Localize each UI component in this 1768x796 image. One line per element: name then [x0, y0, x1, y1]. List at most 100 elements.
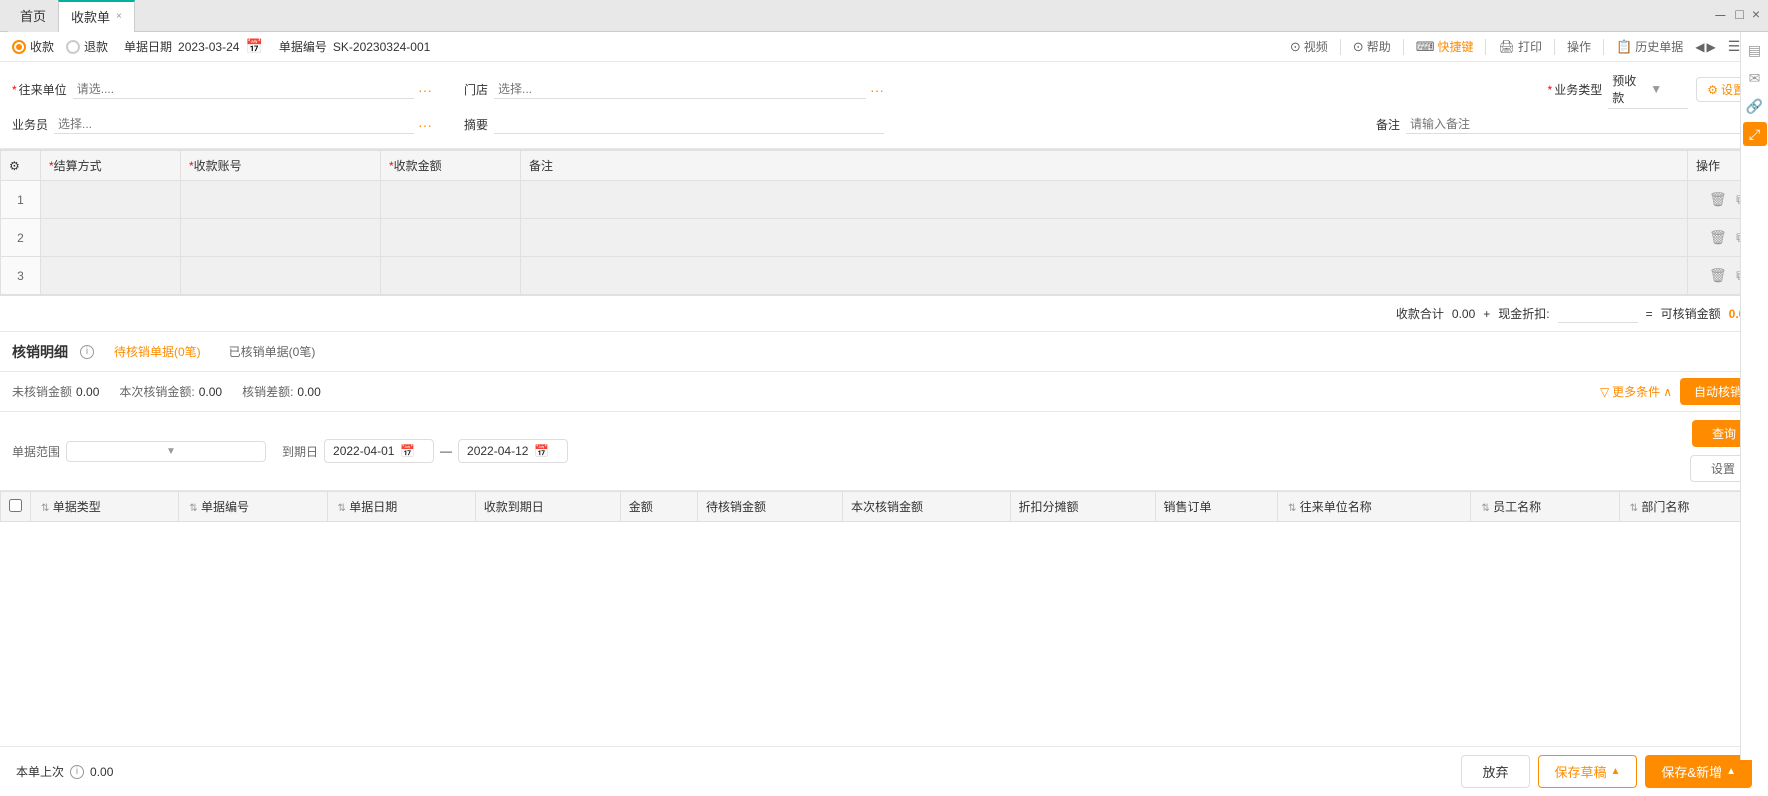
shortcut-label: 快捷键 [1437, 38, 1473, 55]
summary-input[interactable] [494, 115, 884, 134]
business-type-arrow: ▼ [1650, 82, 1684, 96]
range-select-arrow: ▼ [166, 446, 257, 457]
date-calendar-icon[interactable]: 📅 [245, 38, 262, 55]
row-1-delete-icon[interactable]: 🗑 [1709, 191, 1727, 207]
store-field: 门店 ··· [464, 80, 884, 99]
divider-4 [1554, 39, 1555, 55]
date-from-input[interactable]: 2022-04-01 📅 [324, 439, 434, 463]
current-value: 0.00 [199, 385, 222, 399]
table-header-settings[interactable]: ⚙ [1, 151, 41, 181]
row-1-amount[interactable] [381, 181, 521, 219]
current-label: 本次核销金额: [119, 383, 194, 400]
row-1-settle[interactable] [41, 181, 181, 219]
row-2-account[interactable] [181, 219, 381, 257]
plus-sign: + [1483, 307, 1490, 321]
col-discount: 折扣分摊额 [1010, 492, 1155, 522]
nav-left-icon[interactable]: ◀ [1695, 40, 1704, 54]
store-more-btn[interactable]: ··· [870, 82, 884, 98]
total-label: 收款合计 [1396, 305, 1444, 322]
date-to-input[interactable]: 2022-04-12 📅 [458, 439, 568, 463]
row-2-amount[interactable] [381, 219, 521, 257]
range-label: 单据范围 [12, 443, 60, 460]
operation-btn[interactable]: 操作 [1567, 38, 1591, 55]
row-2-settle[interactable] [41, 219, 181, 257]
form-row-1: * 往来单位 ··· 门店 ··· * 业务类型 [12, 70, 1756, 109]
table-header-remark: 备注 [521, 151, 1688, 181]
range-select[interactable]: ▼ [66, 441, 266, 462]
calendar-to-icon: 📅 [534, 444, 549, 458]
sidebar-mail-icon[interactable]: ✉ [1743, 66, 1767, 90]
close-icon[interactable]: × [1752, 6, 1760, 26]
bottom-bar: 本单上次 i 0.00 放弃 保存草稿 ▲ 保存&新增 ▲ [0, 746, 1768, 796]
minimize-icon[interactable]: － [1713, 6, 1727, 26]
radio-refund[interactable]: 退款 [66, 38, 108, 55]
partner-input[interactable] [73, 80, 414, 99]
row-3-account[interactable] [181, 257, 381, 295]
more-conditions-btn[interactable]: ▽ 更多条件 ∧ [1600, 383, 1672, 400]
table-row: 2 🗑 ⧉ [1, 219, 1768, 257]
radio-refund-dot [66, 40, 80, 54]
tab-receipt[interactable]: 收款单 × [58, 0, 135, 32]
radio-receive-dot [12, 40, 26, 54]
radio-receive[interactable]: 收款 [12, 38, 54, 55]
partner-label: 往来单位 [19, 81, 67, 98]
row-2-delete-icon[interactable]: 🗑 [1709, 229, 1727, 245]
sidebar-table-icon[interactable]: ▤ [1743, 38, 1767, 62]
discount-label: 现金折扣: [1498, 305, 1549, 322]
abandon-button[interactable]: 放弃 [1461, 755, 1529, 788]
row-1-account[interactable] [181, 181, 381, 219]
bottom-actions: 放弃 保存草稿 ▲ 保存&新增 ▲ [1461, 755, 1752, 788]
save-new-arrow: ▲ [1726, 766, 1736, 777]
divider-5 [1603, 39, 1604, 55]
help-btn[interactable]: ⊙ 帮助 [1353, 38, 1391, 55]
completed-tab-link[interactable]: 已核销单据(0笔) [221, 340, 324, 363]
save-draft-label: 保存草稿 [1555, 762, 1607, 781]
row-2-remark[interactable] [521, 219, 1688, 257]
writeoff-stats-right: ▽ 更多条件 ∧ 自动核销 [1600, 378, 1756, 405]
bottom-info-icon[interactable]: i [70, 765, 84, 779]
staff-input[interactable] [54, 115, 414, 134]
row-3-amount[interactable] [381, 257, 521, 295]
remarks-label: 备注 [1376, 116, 1400, 133]
business-type-select[interactable]: 预收款 ▼ [1608, 70, 1688, 109]
store-input[interactable] [494, 80, 866, 99]
row-1-remark[interactable] [521, 181, 1688, 219]
tab-close-icon[interactable]: × [116, 11, 122, 22]
remarks-field: 备注 [1376, 115, 1756, 134]
shortcut-btn[interactable]: ⌨ 快捷键 [1416, 38, 1474, 55]
diff-value: 0.00 [297, 385, 320, 399]
maximize-icon[interactable]: □ [1735, 6, 1743, 26]
history-btn[interactable]: 📋 历史单据 [1616, 38, 1683, 55]
col-date: ⇅ 单据日期 [327, 492, 475, 522]
writeoff-info-icon[interactable]: i [80, 345, 94, 359]
col-pending: 待核销金额 [697, 492, 842, 522]
discount-input[interactable] [1558, 304, 1638, 323]
row-3-settle[interactable] [41, 257, 181, 295]
row-3-delete-icon[interactable]: 🗑 [1709, 267, 1727, 283]
list-view-icon[interactable]: ☰ [1728, 38, 1741, 55]
tab-home[interactable]: 首页 [8, 0, 58, 32]
row-3-remark[interactable] [521, 257, 1688, 295]
sidebar-attachment-icon[interactable]: 🔗 [1743, 94, 1767, 118]
save-draft-button[interactable]: 保存草稿 ▲ [1538, 755, 1638, 788]
remarks-input[interactable] [1406, 115, 1756, 134]
pending-tab-link[interactable]: 待核销单据(0笔) [106, 340, 209, 363]
save-new-button[interactable]: 保存&新增 ▲ [1645, 755, 1752, 788]
help-label: 帮助 [1367, 38, 1391, 55]
sidebar-expand-icon[interactable]: ⤢ [1743, 122, 1767, 146]
data-table: ⚙ *结算方式 *收款账号 *收款金额 备注 [0, 150, 1768, 295]
print-btn[interactable]: 🖨 打印 [1498, 38, 1542, 55]
form-row-2: 业务员 ··· 摘要 备注 [12, 115, 1756, 134]
diff-stat: 核销差额: 0.00 [242, 383, 321, 400]
col-checkbox[interactable] [1, 492, 31, 522]
partner-more-btn[interactable]: ··· [418, 82, 432, 98]
divider-1 [1340, 39, 1341, 55]
staff-more-btn[interactable]: ··· [418, 117, 432, 133]
total-value: 0.00 [1452, 307, 1475, 321]
data-table-wrap: ⚙ *结算方式 *收款账号 *收款金额 备注 [0, 149, 1768, 296]
summary-row: 收款合计 0.00 + 现金折扣: = 可核销金额 0.00 [0, 296, 1768, 332]
select-all-checkbox[interactable] [9, 499, 22, 512]
video-btn[interactable]: ⊙ 视频 [1290, 38, 1328, 55]
staff-field: 业务员 ··· [12, 115, 432, 134]
nav-right-icon[interactable]: ▶ [1706, 40, 1715, 54]
